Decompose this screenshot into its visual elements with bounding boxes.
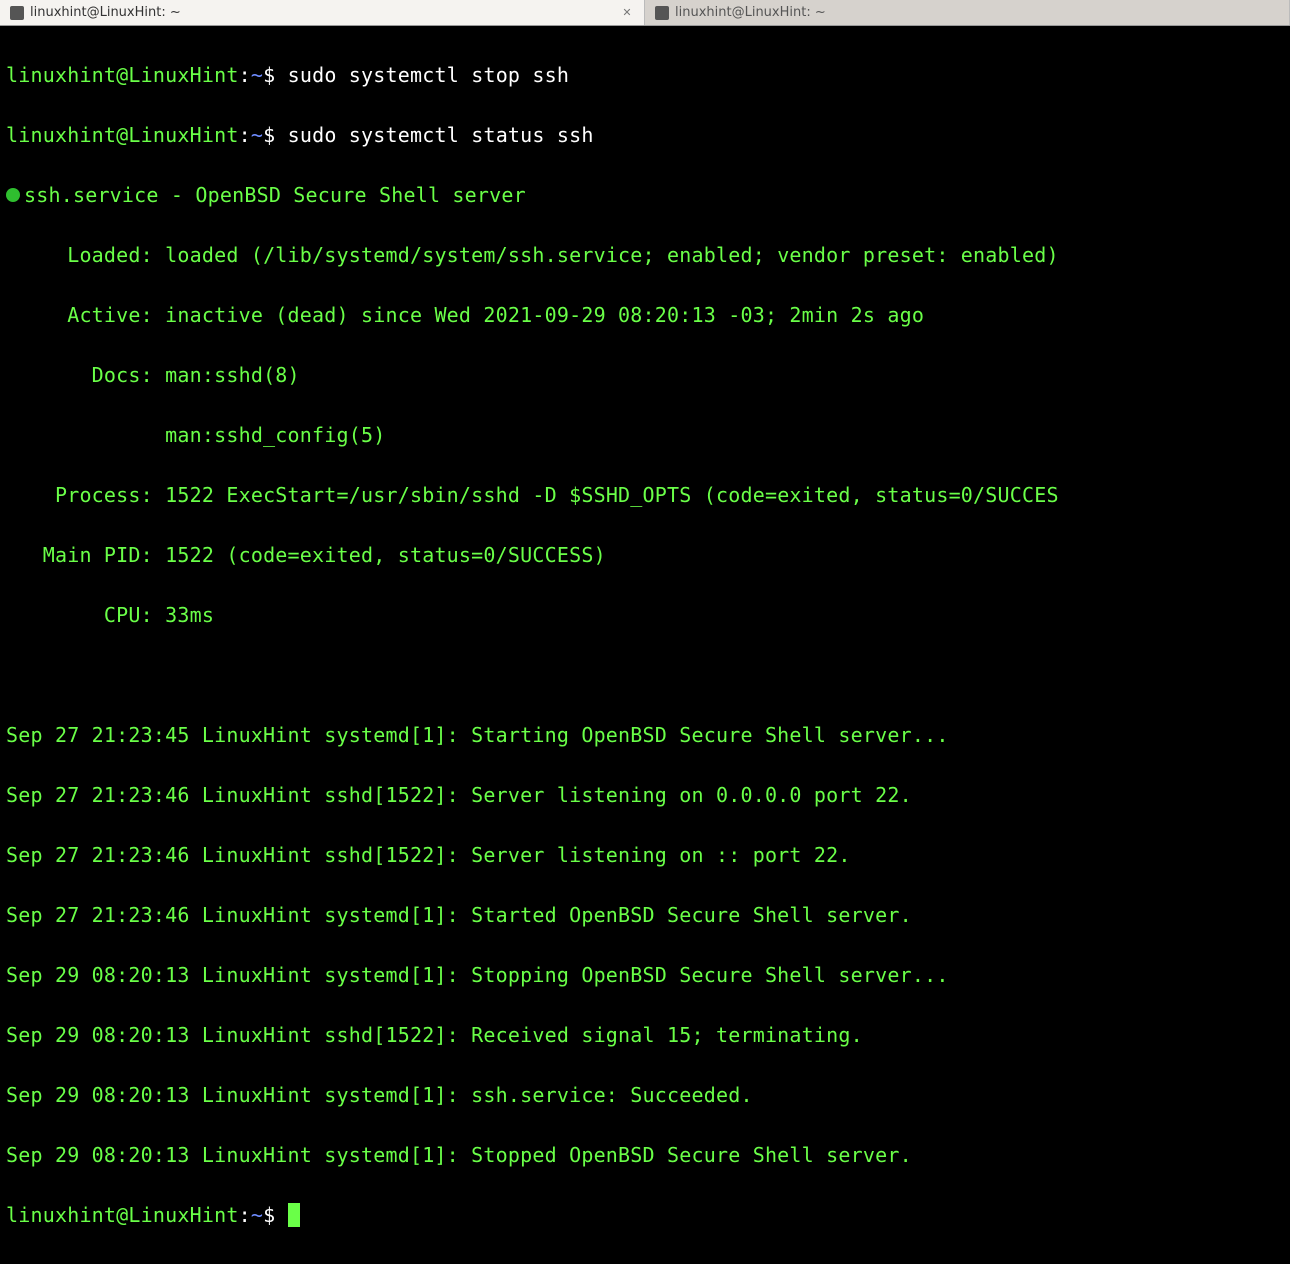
terminal-icon: [10, 6, 24, 20]
prompt-user: linuxhint@LinuxHint: [6, 63, 239, 87]
prompt-path: ~: [251, 123, 263, 147]
status-docs-2: man:sshd_config(5): [6, 420, 1284, 450]
status-value: man:sshd(8): [165, 363, 300, 387]
status-value: 1522 (code=exited, status=0/SUCCESS): [165, 543, 606, 567]
status-value: 1522 ExecStart=/usr/sbin/sshd -D $SSHD_O…: [165, 483, 1059, 507]
log-line: Sep 29 08:20:13 LinuxHint systemd[1]: St…: [6, 960, 1284, 990]
status-loaded: Loaded: loaded (/lib/systemd/system/ssh.…: [6, 240, 1284, 270]
prompt-colon: :: [239, 1203, 251, 1227]
service-header: ssh.service - OpenBSD Secure Shell serve…: [6, 180, 1284, 210]
service-header-text: ssh.service - OpenBSD Secure Shell serve…: [24, 183, 526, 207]
log-line: Sep 29 08:20:13 LinuxHint systemd[1]: St…: [6, 1140, 1284, 1170]
prompt-path: ~: [251, 1203, 263, 1227]
status-process: Process: 1522 ExecStart=/usr/sbin/sshd -…: [6, 480, 1284, 510]
prompt-dollar: $: [263, 63, 275, 87]
tab-title: linuxhint@LinuxHint: ~: [30, 5, 620, 20]
status-label: Process:: [6, 483, 165, 507]
tab-bar: linuxhint@LinuxHint: ~ ✕ linuxhint@Linux…: [0, 0, 1290, 26]
status-value: loaded (/lib/systemd/system/ssh.service;…: [165, 243, 1059, 267]
log-line: Sep 29 08:20:13 LinuxHint sshd[1522]: Re…: [6, 1020, 1284, 1050]
prompt-user: linuxhint@LinuxHint: [6, 1203, 239, 1227]
status-docs: Docs: man:sshd(8): [6, 360, 1284, 390]
status-mainpid: Main PID: 1522 (code=exited, status=0/SU…: [6, 540, 1284, 570]
prompt-colon: :: [239, 123, 251, 147]
log-line: Sep 27 21:23:46 LinuxHint systemd[1]: St…: [6, 900, 1284, 930]
command-text: sudo systemctl status ssh: [288, 123, 594, 147]
status-active: Active: inactive (dead) since Wed 2021-0…: [6, 300, 1284, 330]
log-line: Sep 27 21:23:46 LinuxHint sshd[1522]: Se…: [6, 840, 1284, 870]
tab-terminal-2[interactable]: linuxhint@LinuxHint: ~: [645, 0, 1290, 25]
close-icon[interactable]: ✕: [620, 6, 634, 20]
prompt-user: linuxhint@LinuxHint: [6, 123, 239, 147]
status-label: Active:: [6, 303, 165, 327]
log-line: Sep 27 21:23:46 LinuxHint sshd[1522]: Se…: [6, 780, 1284, 810]
status-label: Docs:: [6, 363, 165, 387]
prompt-colon: :: [239, 63, 251, 87]
command-line: linuxhint@LinuxHint:~$ sudo systemctl st…: [6, 60, 1284, 90]
log-line: Sep 27 21:23:45 LinuxHint systemd[1]: St…: [6, 720, 1284, 750]
prompt-path: ~: [251, 63, 263, 87]
cursor-icon: [288, 1203, 300, 1227]
command-line: linuxhint@LinuxHint:~$ sudo systemctl st…: [6, 120, 1284, 150]
status-dot-icon: [6, 188, 20, 202]
terminal-output[interactable]: linuxhint@LinuxHint:~$ sudo systemctl st…: [0, 26, 1290, 1264]
status-value: 33ms: [165, 603, 214, 627]
status-value: inactive (dead) since Wed 2021-09-29 08:…: [165, 303, 924, 327]
status-label: Main PID:: [6, 543, 165, 567]
tab-title: linuxhint@LinuxHint: ~: [675, 5, 1279, 20]
status-label: CPU:: [6, 603, 165, 627]
prompt-dollar: $: [263, 123, 275, 147]
status-cpu: CPU: 33ms: [6, 600, 1284, 630]
terminal-icon: [655, 6, 669, 20]
log-line: Sep 29 08:20:13 LinuxHint systemd[1]: ss…: [6, 1080, 1284, 1110]
status-label: Loaded:: [6, 243, 165, 267]
tab-terminal-1[interactable]: linuxhint@LinuxHint: ~ ✕: [0, 0, 645, 25]
prompt-dollar: $: [263, 1203, 275, 1227]
command-text: sudo systemctl stop ssh: [288, 63, 570, 87]
blank-line: [6, 660, 1284, 690]
prompt-line: linuxhint@LinuxHint:~$: [6, 1200, 1284, 1230]
